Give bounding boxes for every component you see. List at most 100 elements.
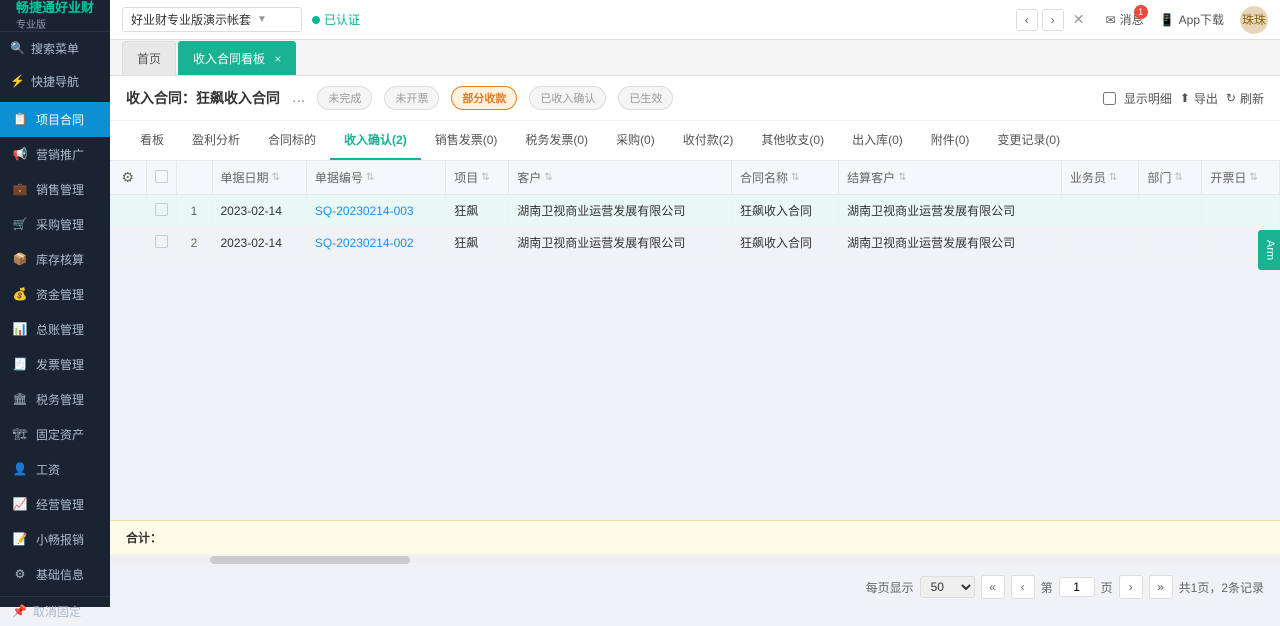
page-last-btn[interactable]: »	[1149, 575, 1173, 599]
message-btn[interactable]: ✉ 消息 1	[1106, 11, 1144, 28]
sub-tab-tax-invoice[interactable]: 税务发票(0)	[511, 121, 602, 160]
sidebar-item-asset[interactable]: 🏗 固定资产	[0, 417, 110, 452]
sort-dept-icon: ⇅	[1174, 172, 1182, 183]
cell-project: 狂飙	[446, 195, 509, 227]
sort-customer-icon: ⇅	[544, 172, 552, 183]
page-input[interactable]	[1059, 577, 1095, 597]
th-bill-date[interactable]: 开票日 ⇅	[1202, 161, 1280, 195]
sidebar-item-general[interactable]: 📊 总账管理	[0, 312, 110, 347]
pin-button[interactable]: 📌 取消固定	[0, 596, 110, 626]
table-row[interactable]: 1 2023-02-14 SQ-20230214-003 狂飙 湖南卫视商业运营…	[110, 195, 1280, 227]
th-project[interactable]: 项目 ⇅	[446, 161, 509, 195]
cell-date: 2023-02-14	[212, 227, 306, 259]
th-bill-no[interactable]: 单据编号 ⇅	[306, 161, 445, 195]
th-settlement-customer[interactable]: 结算客户 ⇅	[839, 161, 1062, 195]
scroll-thumb[interactable]	[210, 556, 410, 564]
refresh-btn[interactable]: ↻ 刷新	[1226, 90, 1264, 107]
cell-bill-no[interactable]: SQ-20230214-003	[306, 195, 445, 227]
tab-contract[interactable]: 收入合同看板 ×	[178, 41, 296, 75]
th-num	[176, 161, 212, 195]
sub-tab-attachment[interactable]: 附件(0)	[917, 121, 984, 160]
header-checkbox[interactable]	[155, 170, 168, 183]
sub-tab-board[interactable]: 看板	[126, 121, 178, 160]
th-date[interactable]: 单据日期 ⇅	[212, 161, 306, 195]
sidebar-item-project[interactable]: 📋 项目合同	[0, 102, 110, 137]
sidebar-item-tax[interactable]: 🏛 税务管理	[0, 382, 110, 417]
tab-close-icon[interactable]: ×	[274, 52, 281, 66]
status-incomplete-btn[interactable]: 未完成	[317, 86, 372, 110]
nav-close-btn[interactable]: ✕	[1068, 9, 1090, 31]
sub-tab-payment[interactable]: 收付款(2)	[669, 121, 748, 160]
sidebar-sales-label: 销售管理	[36, 181, 84, 198]
right-action-btn[interactable]: Arm	[1258, 230, 1280, 270]
sidebar-item-hr[interactable]: 👤 工资	[0, 452, 110, 487]
th-customer[interactable]: 客户 ⇅	[509, 161, 732, 195]
sidebar-asset-label: 固定资产	[36, 426, 84, 443]
th-contract-name[interactable]: 合同名称 ⇅	[731, 161, 838, 195]
page-size-select[interactable]: 50 100	[920, 576, 975, 598]
th-check[interactable]	[146, 161, 176, 195]
quick-nav-btn[interactable]: ⚡ 快捷导航	[0, 65, 110, 98]
th-department[interactable]: 部门 ⇅	[1139, 161, 1202, 195]
topbar-right: ‹ › ✕ ✉ 消息 1 📱 App下载 珠珠	[1016, 6, 1268, 34]
sidebar-base-label: 基础信息	[36, 566, 84, 583]
total-label: 合计：	[126, 529, 162, 546]
topbar: 好业财专业版演示帐套 ▼ 已认证 ‹ › ✕ ✉ 消息 1 📱 App下载	[110, 0, 1280, 40]
sidebar-general-label: 总账管理	[36, 321, 84, 338]
sub-tab-profit[interactable]: 盈利分析	[178, 121, 254, 160]
table-footer: 合计：	[110, 520, 1280, 554]
sidebar-item-base[interactable]: ⚙ 基础信息	[0, 557, 110, 592]
th-settings[interactable]: ⚙	[110, 161, 146, 195]
sidebar-item-sales[interactable]: 💼 销售管理	[0, 172, 110, 207]
sidebar-item-purchase[interactable]: 🛒 采购管理	[0, 207, 110, 242]
bill-no-link[interactable]: SQ-20230214-003	[315, 204, 414, 218]
cell-check[interactable]	[146, 227, 176, 259]
cell-settlement-customer: 湖南卫视商业运营发展有限公司	[839, 195, 1062, 227]
settings-icon[interactable]: ⚙	[121, 169, 134, 185]
show-detail-checkbox[interactable]	[1103, 92, 1116, 105]
contract-more-btn[interactable]: ...	[292, 89, 305, 107]
company-selector[interactable]: 好业财专业版演示帐套 ▼	[122, 7, 302, 32]
row-checkbox[interactable]	[155, 203, 168, 216]
sidebar-item-inventory[interactable]: 📦 库存核算	[0, 242, 110, 277]
sub-tab-standards[interactable]: 合同标的	[254, 121, 330, 160]
status-uninvoiced-btn[interactable]: 未开票	[384, 86, 439, 110]
app-download-label: App下载	[1179, 11, 1224, 28]
page-prev-btn[interactable]: ‹	[1011, 575, 1035, 599]
sub-tab-sales-invoice[interactable]: 销售发票(0)	[421, 121, 512, 160]
nav-next-btn[interactable]: ›	[1042, 9, 1064, 31]
sub-tab-purchase[interactable]: 采购(0)	[602, 121, 669, 160]
cell-check[interactable]	[146, 195, 176, 227]
show-detail-toggle[interactable]: 显示明细	[1103, 90, 1172, 107]
cell-bill-no[interactable]: SQ-20230214-002	[306, 227, 445, 259]
page-first-btn[interactable]: «	[981, 575, 1005, 599]
page-next-btn[interactable]: ›	[1119, 575, 1143, 599]
search-menu-btn[interactable]: 🔍 搜索菜单	[0, 32, 110, 65]
th-sales[interactable]: 业务员 ⇅	[1061, 161, 1139, 195]
horizontal-scrollbar[interactable]	[110, 556, 1280, 564]
sub-tab-other[interactable]: 其他收支(0)	[747, 121, 838, 160]
sidebar-item-capital[interactable]: 💰 资金管理	[0, 277, 110, 312]
sub-tab-change[interactable]: 变更记录(0)	[983, 121, 1074, 160]
bill-no-link[interactable]: SQ-20230214-002	[315, 236, 414, 250]
sidebar-item-report[interactable]: 📝 小畅报销	[0, 522, 110, 557]
export-btn[interactable]: ⬆ 导出	[1180, 90, 1218, 107]
sidebar-item-biz[interactable]: 📈 经营管理	[0, 487, 110, 522]
app-download-btn[interactable]: 📱 App下载	[1160, 11, 1224, 28]
sub-tab-confirm[interactable]: 收入确认(2)	[330, 121, 421, 160]
table-row[interactable]: 2 2023-02-14 SQ-20230214-002 狂飙 湖南卫视商业运营…	[110, 227, 1280, 259]
row-checkbox[interactable]	[155, 235, 168, 248]
cell-department	[1139, 195, 1202, 227]
sidebar-item-invoice[interactable]: 🧾 发票管理	[0, 347, 110, 382]
sub-tab-warehouse[interactable]: 出入库(0)	[838, 121, 917, 160]
capital-icon: 💰	[12, 286, 28, 302]
sidebar-item-marketing[interactable]: 📢 营销推广	[0, 137, 110, 172]
cell-project: 狂飙	[446, 227, 509, 259]
status-confirmed-btn[interactable]: 已收入确认	[529, 86, 606, 110]
nav-prev-btn[interactable]: ‹	[1016, 9, 1038, 31]
status-effective-btn[interactable]: 已生效	[618, 86, 673, 110]
tab-home[interactable]: 首页	[122, 41, 176, 75]
status-partial-btn[interactable]: 部分收款	[451, 86, 517, 110]
cell-date: 2023-02-14	[212, 195, 306, 227]
user-avatar-btn[interactable]: 珠珠	[1240, 6, 1268, 34]
